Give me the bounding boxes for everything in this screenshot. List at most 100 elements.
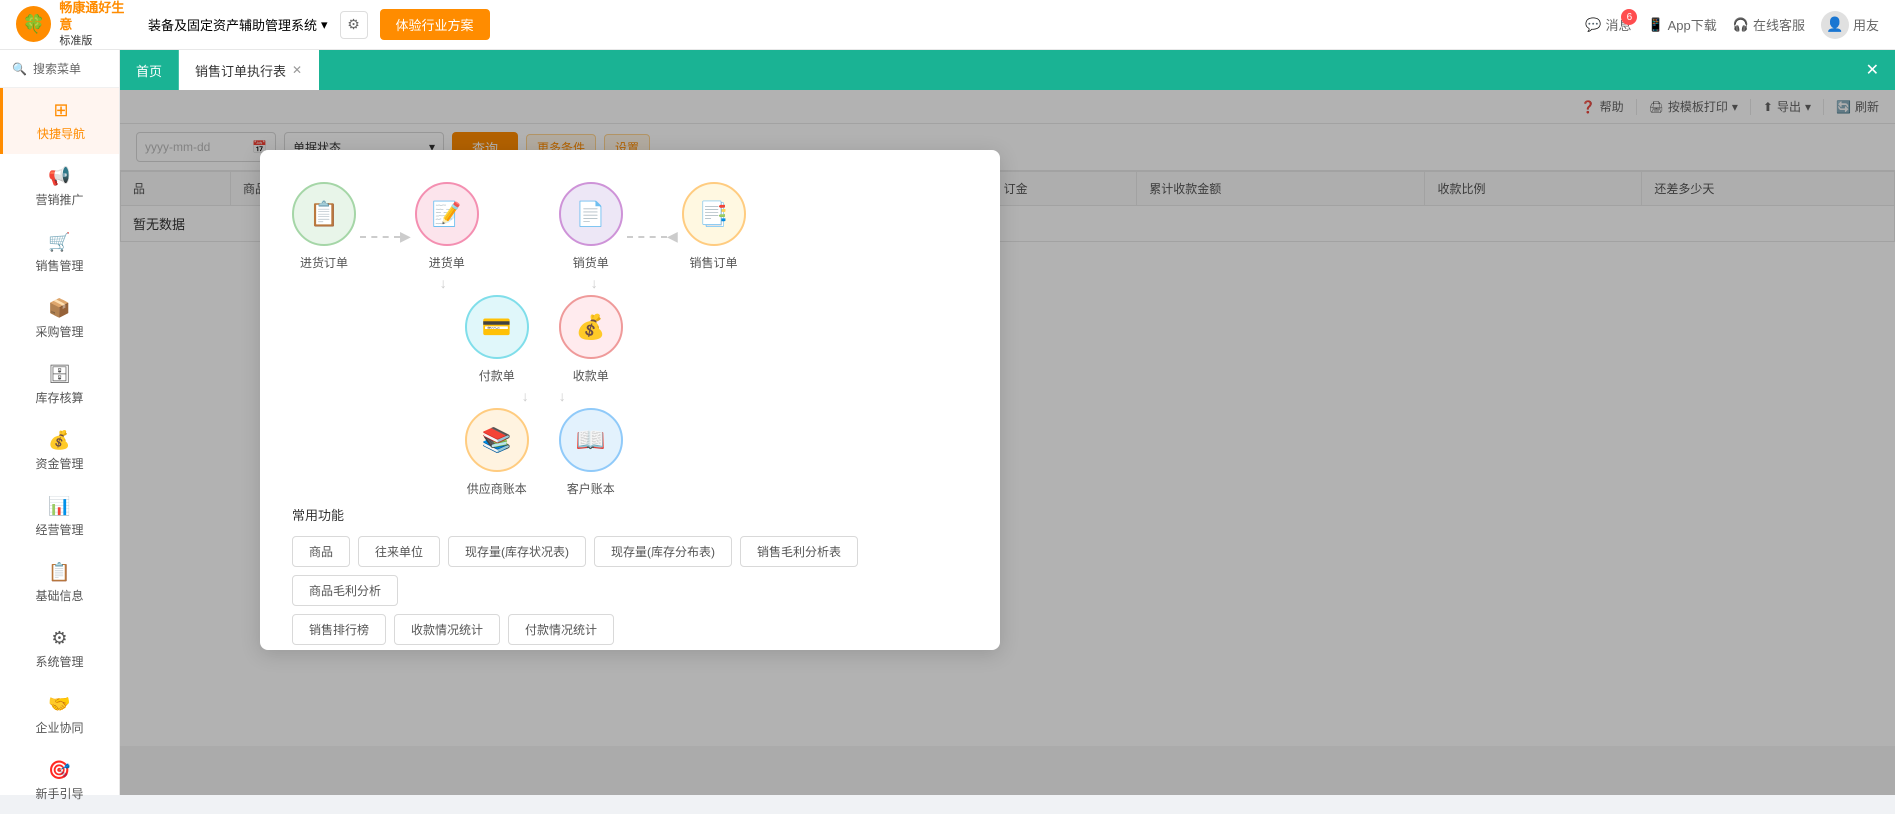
sidebar-item-marketing[interactable]: 📢 营销推广 [0, 154, 119, 220]
func-btn-2[interactable]: 现存量(库存状况表) [448, 536, 586, 567]
logo-sub: 标准版 [59, 34, 136, 48]
system-title[interactable]: 装备及固定资产辅助管理系统 ▾ [148, 15, 328, 34]
arrow-v-payment: ↓ [522, 388, 529, 404]
app-download-item[interactable]: 📱 App下载 [1647, 15, 1716, 34]
arrow-purchase-to-bill: ▶ [356, 208, 415, 245]
search-menu[interactable]: 🔍 搜索菜单 [0, 50, 119, 88]
content-area: 首页 销售订单执行表 ✕ ✕ ❓ 帮助 🖨 按模板打印 [120, 50, 1895, 795]
func-btn-4[interactable]: 销售毛利分析表 [740, 536, 858, 567]
purchase-bill-icon: 📝 [415, 182, 479, 246]
base-info-icon: 📋 [48, 562, 70, 583]
enterprise-icon: 🤝 [48, 694, 70, 715]
tab-bar: 首页 销售订单执行表 ✕ ✕ [120, 50, 1895, 90]
modal-box: 📋 进货订单 ▶ 📝 [260, 150, 1000, 650]
app-icon: 📱 [1647, 17, 1663, 33]
supplier-ledger-icon: 📚 [465, 408, 529, 472]
app-download-label: App下载 [1668, 15, 1717, 34]
top-header: 🍀 畅康通好生意 标准版 装备及固定资产辅助管理系统 ▾ ⚙ 体验行业方案 💬 … [0, 0, 1895, 50]
user-name: 用友 [1853, 15, 1879, 34]
tab-sales-order[interactable]: 销售订单执行表 ✕ [179, 50, 319, 90]
arrow-v-purchase: ↓ [440, 275, 447, 291]
flow-node-sales-order: 📑 销售订单 [682, 182, 746, 271]
sidebar: 🔍 搜索菜单 ⊞ 快捷导航 📢 营销推广 🛒 销售管理 📦 采购管理 🗄 库存核… [0, 50, 120, 795]
arrow-sales-order-to-bill: ▶ [623, 208, 682, 245]
modal-overlay[interactable]: 📋 进货订单 ▶ 📝 [120, 90, 1895, 795]
finance-label: 资金管理 [35, 455, 83, 472]
common-functions-title: 常用功能 [292, 505, 968, 524]
inventory-icon: 🗄 [48, 364, 71, 385]
arrow-v-receipt: ↓ [559, 388, 566, 404]
flow-node-purchase-order: 📋 进货订单 [292, 182, 356, 271]
sidebar-item-quick-nav[interactable]: ⊞ 快捷导航 [0, 88, 119, 154]
main-layout: 🔍 搜索菜单 ⊞ 快捷导航 📢 营销推广 🛒 销售管理 📦 采购管理 🗄 库存核… [0, 50, 1895, 795]
operation-icon: 📊 [48, 496, 70, 517]
supplier-ledger-label: 供应商账本 [467, 480, 527, 497]
marketing-label: 营销推广 [35, 191, 83, 208]
sidebar-item-inventory[interactable]: 🗄 库存核算 [0, 352, 119, 418]
sidebar-item-purchase[interactable]: 📦 采购管理 [0, 286, 119, 352]
func-btn-6[interactable]: 销售排行榜 [292, 614, 386, 645]
func-btn-7[interactable]: 收款情况统计 [394, 614, 500, 645]
header-right: 💬 消息 6 📱 App下载 🎧 在线客服 👤 用友 [1585, 11, 1879, 39]
func-btn-3[interactable]: 现存量(库存分布表) [594, 536, 732, 567]
purchase-label: 采购管理 [35, 323, 83, 340]
sidebar-item-operation[interactable]: 📊 经营管理 [0, 484, 119, 550]
func-btn-0[interactable]: 商品 [292, 536, 350, 567]
sales-order-icon: 📑 [682, 182, 746, 246]
sales-bill-label: 销货单 [573, 254, 609, 271]
tab-home[interactable]: 首页 [120, 50, 179, 90]
online-service-label: 在线客服 [1753, 15, 1805, 34]
sidebar-item-system[interactable]: ⚙ 系统管理 [0, 616, 119, 682]
sales-icon: 🛒 [48, 232, 70, 253]
finance-icon: 💰 [48, 430, 70, 451]
system-title-text: 装备及固定资产辅助管理系统 [148, 15, 317, 34]
page-content: ❓ 帮助 🖨 按模板打印 ▾ ⬆ 导出 ▾ 🔄 刷新 [120, 90, 1895, 795]
user-item[interactable]: 👤 用友 [1821, 11, 1879, 39]
window-close-button[interactable]: ✕ [1850, 60, 1895, 80]
quick-nav-label: 快捷导航 [37, 125, 85, 142]
receipt-icon: 💰 [559, 295, 623, 359]
online-service-item[interactable]: 🎧 在线客服 [1733, 15, 1805, 34]
operation-label: 经营管理 [35, 521, 83, 538]
customer-ledger-label: 客户账本 [567, 480, 615, 497]
inventory-label: 库存核算 [35, 389, 83, 406]
payment-icon: 💳 [465, 295, 529, 359]
sales-order-label: 销售订单 [690, 254, 738, 271]
func-btn-8[interactable]: 付款情况统计 [508, 614, 614, 645]
sidebar-item-sales[interactable]: 🛒 销售管理 [0, 220, 119, 286]
func-btn-5[interactable]: 商品毛利分析 [292, 575, 398, 606]
base-info-label: 基础信息 [35, 587, 83, 604]
message-item[interactable]: 💬 消息 6 [1585, 15, 1631, 34]
avatar: 👤 [1821, 11, 1849, 39]
trial-button[interactable]: 体验行业方案 [380, 9, 490, 40]
purchase-order-label: 进货订单 [300, 254, 348, 271]
logo-area: 🍀 畅康通好生意 标准版 [16, 0, 136, 48]
function-buttons: 商品 往来单位 现存量(库存状况表) 现存量(库存分布表) 销售毛利分析表 商品… [292, 536, 968, 606]
sidebar-item-base-info[interactable]: 📋 基础信息 [0, 550, 119, 616]
sidebar-item-enterprise[interactable]: 🤝 企业协同 [0, 682, 119, 748]
purchase-bill-label: 进货单 [429, 254, 465, 271]
purchase-icon: 📦 [48, 298, 70, 319]
tab-home-label: 首页 [136, 61, 162, 80]
settings-icon[interactable]: ⚙ [340, 11, 368, 39]
sidebar-item-newbie[interactable]: 🎯 新手引导 [0, 748, 119, 814]
message-badge: 6 [1621, 9, 1637, 25]
customer-ledger-icon: 📖 [559, 408, 623, 472]
func-btn-1[interactable]: 往来单位 [358, 536, 440, 567]
tab-close-icon[interactable]: ✕ [292, 63, 302, 77]
system-label: 系统管理 [35, 653, 83, 670]
message-icon: 💬 [1585, 17, 1601, 33]
search-menu-label: 搜索菜单 [33, 60, 81, 77]
newbie-label: 新手引导 [35, 785, 83, 802]
service-icon: 🎧 [1733, 17, 1749, 33]
sidebar-item-finance[interactable]: 💰 资金管理 [0, 418, 119, 484]
tab-sales-order-label: 销售订单执行表 [195, 61, 286, 80]
logo-icon: 🍀 [16, 6, 51, 42]
receipt-label: 收款单 [573, 367, 609, 384]
payment-label: 付款单 [479, 367, 515, 384]
newbie-icon: 🎯 [48, 760, 70, 781]
flow-node-purchase-bill: 📝 进货单 [415, 182, 479, 271]
flow-node-customer-ledger: 📖 客户账本 [559, 408, 623, 497]
sales-label: 销售管理 [35, 257, 83, 274]
common-functions: 常用功能 商品 往来单位 现存量(库存状况表) 现存量(库存分布表) 销售毛利分… [292, 505, 968, 645]
